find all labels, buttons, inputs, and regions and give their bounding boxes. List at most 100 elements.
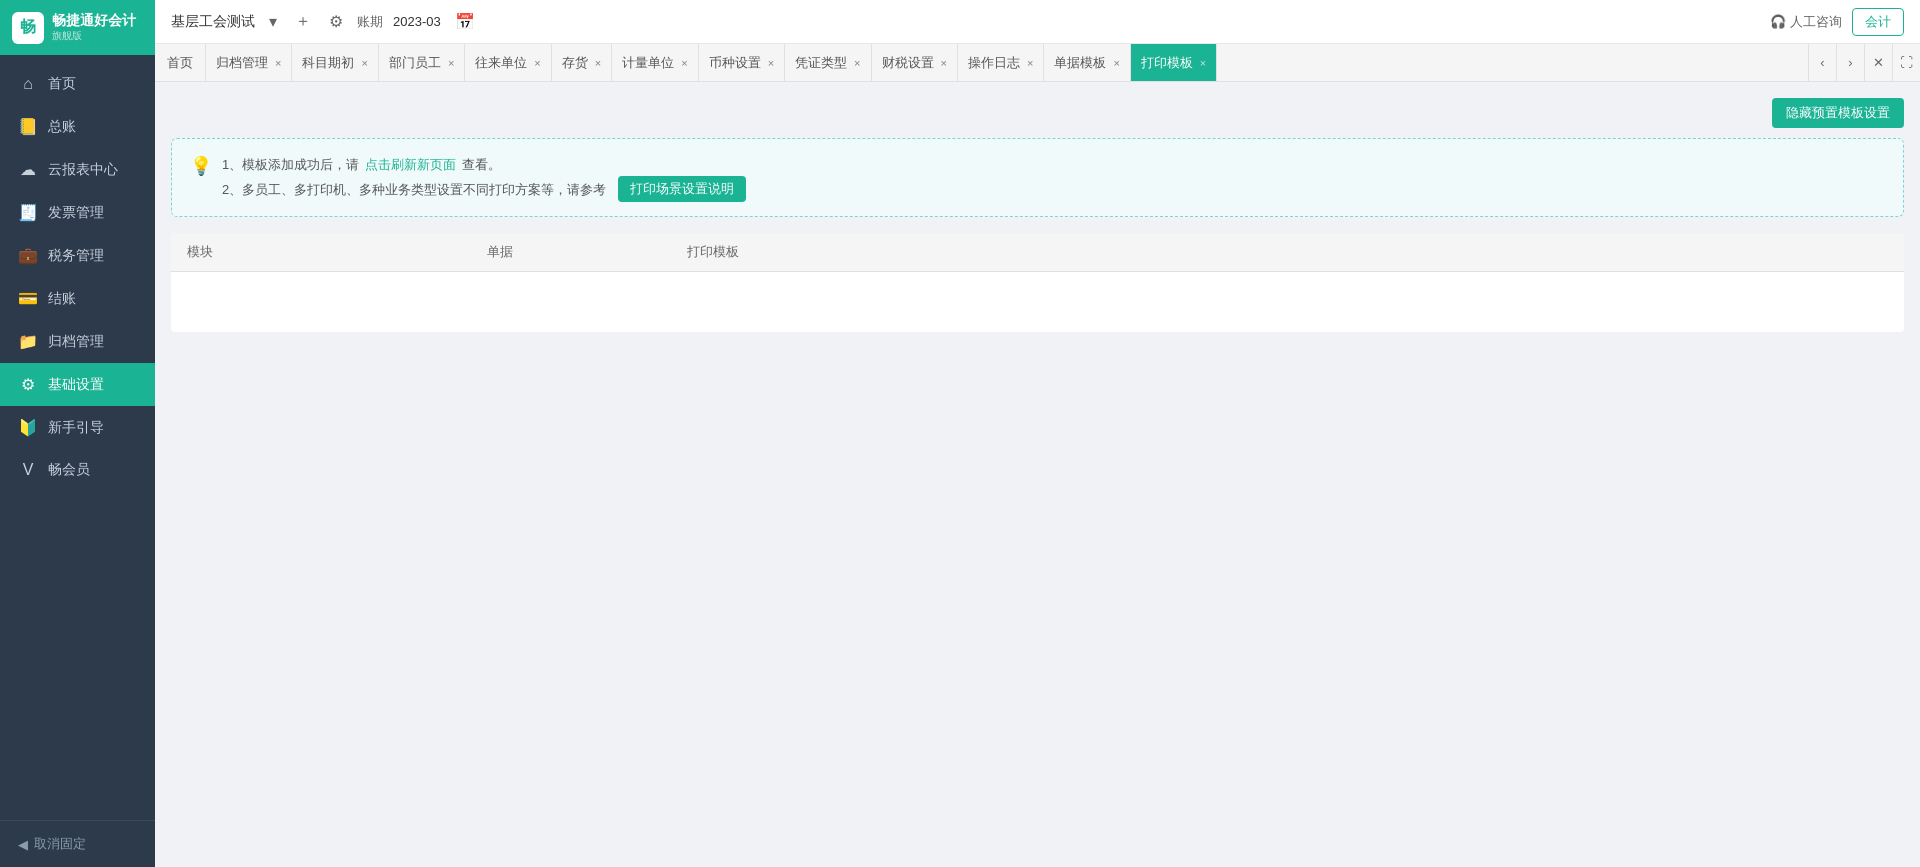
support-label: 人工咨询	[1790, 13, 1842, 31]
info-refresh-link[interactable]: 点击刷新新页面	[365, 153, 456, 176]
table-body	[171, 272, 1904, 332]
tab-inventory-close[interactable]: ×	[595, 57, 601, 69]
tab-unit-close[interactable]: ×	[681, 57, 687, 69]
tab-operation-log-label: 操作日志	[968, 54, 1020, 72]
tab-subjects[interactable]: 科目期初 ×	[292, 44, 378, 82]
info-line1-suffix: 查看。	[462, 153, 501, 176]
top-bar-right: 🎧 人工咨询 会计	[1770, 8, 1904, 36]
reports-icon: ☁	[18, 160, 38, 179]
sidebar: 畅 畅捷通好会计 旗舰版 ⌂ 首页 📒 总账 ☁ 云报表中心 🧾 发票管理 💼 …	[0, 0, 155, 867]
sidebar-item-guide[interactable]: 🔰 新手引导	[0, 406, 155, 449]
ledger-icon: 📒	[18, 117, 38, 136]
sidebar-item-settlement[interactable]: 💳 结账	[0, 277, 155, 320]
tab-staff-close[interactable]: ×	[448, 57, 454, 69]
sidebar-item-tax[interactable]: 💼 税务管理	[0, 234, 155, 277]
tab-archive-close[interactable]: ×	[275, 57, 281, 69]
tax-icon: 💼	[18, 246, 38, 265]
tab-voucher-type[interactable]: 凭证类型 ×	[785, 44, 871, 82]
tab-subjects-label: 科目期初	[302, 54, 354, 72]
th-doc: 单据	[471, 233, 671, 271]
info-box: 💡 1、模板添加成功后，请 点击刷新新页面 查看。 2、多员工、多打印机、多种业…	[171, 138, 1904, 217]
archive-icon: 📁	[18, 332, 38, 351]
unpin-label: 取消固定	[34, 835, 86, 853]
top-bar: 基层工会测试 ▾ ＋ ⚙ 账期 2023-03 📅 🎧 人工咨询 会计	[155, 0, 1920, 44]
company-name: 基层工会测试	[171, 13, 255, 31]
tab-tax-settings-close[interactable]: ×	[941, 57, 947, 69]
sidebar-label-member: 畅会员	[48, 461, 90, 479]
sidebar-item-member[interactable]: V 畅会员	[0, 449, 155, 491]
sidebar-label-archive: 归档管理	[48, 333, 104, 351]
explain-btn[interactable]: 打印场景设置说明	[618, 176, 746, 202]
sidebar-item-home[interactable]: ⌂ 首页	[0, 63, 155, 105]
tab-tax-settings[interactable]: 财税设置 ×	[872, 44, 958, 82]
tab-unit[interactable]: 计量单位 ×	[612, 44, 698, 82]
sidebar-item-invoices[interactable]: 🧾 发票管理	[0, 191, 155, 234]
unpin-icon: ◀	[18, 837, 28, 852]
tab-partner-close[interactable]: ×	[534, 57, 540, 69]
sidebar-item-archive[interactable]: 📁 归档管理	[0, 320, 155, 363]
member-icon: V	[18, 461, 38, 479]
tab-voucher-type-label: 凭证类型	[795, 54, 847, 72]
tab-bar: 首页 归档管理 × 科目期初 × 部门员工 × 往来单位 × 存货 × 计量单位…	[155, 44, 1920, 82]
tab-home[interactable]: 首页	[155, 44, 206, 82]
period-value: 2023-03	[393, 14, 441, 29]
logo-icon: 畅	[12, 12, 44, 44]
tab-unit-label: 计量单位	[622, 54, 674, 72]
tab-print-template-close[interactable]: ×	[1200, 57, 1206, 69]
support-btn[interactable]: 🎧 人工咨询	[1770, 13, 1842, 31]
th-template: 打印模板	[671, 233, 1904, 271]
home-icon: ⌂	[18, 75, 38, 93]
sidebar-label-settlement: 结账	[48, 290, 76, 308]
tab-operation-log-close[interactable]: ×	[1027, 57, 1033, 69]
tab-scroll-right-btn[interactable]: ›	[1836, 44, 1864, 82]
logo-subtitle: 旗舰版	[52, 29, 136, 43]
info-line2-prefix: 2、多员工、多打印机、多种业务类型设置不同打印方案等，请参考	[222, 178, 606, 201]
tab-print-template[interactable]: 打印模板 ×	[1131, 44, 1217, 82]
tab-subjects-close[interactable]: ×	[361, 57, 367, 69]
tab-currency[interactable]: 币种设置 ×	[699, 44, 785, 82]
period-label: 账期	[357, 13, 383, 31]
calendar-btn[interactable]: 📅	[451, 8, 479, 35]
tab-archive[interactable]: 归档管理 ×	[206, 44, 292, 82]
tab-single-template[interactable]: 单据模板 ×	[1044, 44, 1130, 82]
tab-currency-label: 币种设置	[709, 54, 761, 72]
sidebar-logo: 畅 畅捷通好会计 旗舰版	[0, 0, 155, 55]
hide-preview-btn[interactable]: 隐藏预置模板设置	[1772, 98, 1904, 128]
tab-fullscreen-btn[interactable]: ⛶	[1892, 44, 1920, 82]
table-header: 模块 单据 打印模板	[171, 233, 1904, 272]
tab-close-btn[interactable]: ✕	[1864, 44, 1892, 82]
info-line-2: 2、多员工、多打印机、多种业务类型设置不同打印方案等，请参考 打印场景设置说明	[222, 176, 1885, 202]
info-lines: 1、模板添加成功后，请 点击刷新新页面 查看。 2、多员工、多打印机、多种业务类…	[222, 153, 1885, 202]
account-btn[interactable]: 会计	[1852, 8, 1904, 36]
tab-scroll-left-btn[interactable]: ‹	[1808, 44, 1836, 82]
tab-operation-log[interactable]: 操作日志 ×	[958, 44, 1044, 82]
hide-preview-container: 隐藏预置模板设置	[171, 98, 1904, 128]
main-area: 基层工会测试 ▾ ＋ ⚙ 账期 2023-03 📅 🎧 人工咨询 会计 首页 归…	[155, 0, 1920, 867]
settings-icon: ⚙	[18, 375, 38, 394]
headset-icon: 🎧	[1770, 14, 1786, 29]
settings-gear-btn[interactable]: ⚙	[325, 8, 347, 35]
tab-currency-close[interactable]: ×	[768, 57, 774, 69]
tab-partner-label: 往来单位	[475, 54, 527, 72]
logo-text-block: 畅捷通好会计 旗舰版	[52, 12, 136, 43]
tab-tax-settings-label: 财税设置	[882, 54, 934, 72]
tab-bar-end: ‹ › ✕ ⛶	[1808, 44, 1920, 82]
tab-single-template-close[interactable]: ×	[1113, 57, 1119, 69]
guide-icon: 🔰	[18, 418, 38, 437]
info-line-1: 1、模板添加成功后，请 点击刷新新页面 查看。	[222, 153, 1885, 176]
tab-partner[interactable]: 往来单位 ×	[465, 44, 551, 82]
tab-archive-label: 归档管理	[216, 54, 268, 72]
sidebar-label-guide: 新手引导	[48, 419, 104, 437]
sidebar-item-settings[interactable]: ⚙ 基础设置	[0, 363, 155, 406]
sidebar-item-ledger[interactable]: 📒 总账	[0, 105, 155, 148]
content-area: 隐藏预置模板设置 💡 1、模板添加成功后，请 点击刷新新页面 查看。 2、多员工…	[155, 82, 1920, 867]
tab-staff[interactable]: 部门员工 ×	[379, 44, 465, 82]
sidebar-label-ledger: 总账	[48, 118, 76, 136]
tab-inventory[interactable]: 存货 ×	[552, 44, 612, 82]
sidebar-label-invoices: 发票管理	[48, 204, 104, 222]
tab-voucher-type-close[interactable]: ×	[854, 57, 860, 69]
sidebar-item-reports[interactable]: ☁ 云报表中心	[0, 148, 155, 191]
company-dropdown-btn[interactable]: ▾	[265, 8, 281, 35]
add-company-btn[interactable]: ＋	[291, 7, 315, 36]
sidebar-unpin[interactable]: ◀ 取消固定	[0, 820, 155, 867]
